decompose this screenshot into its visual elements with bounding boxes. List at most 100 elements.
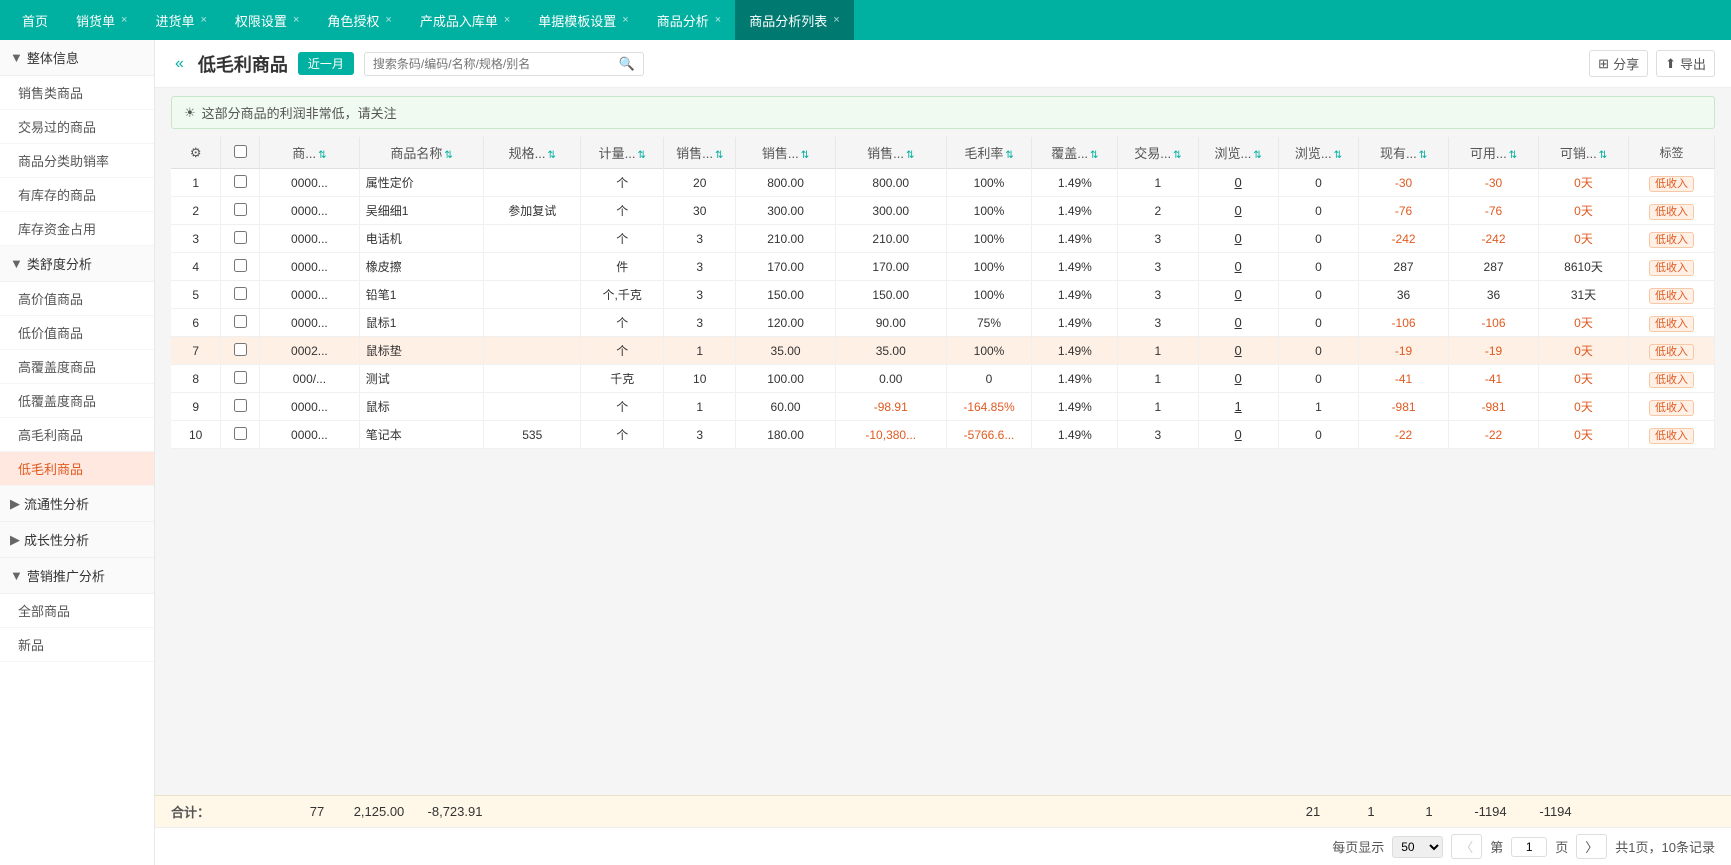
row-check[interactable] bbox=[221, 281, 260, 309]
row-checkbox[interactable] bbox=[234, 175, 247, 188]
row-check[interactable] bbox=[221, 365, 260, 393]
browse1-link[interactable]: 1 bbox=[1235, 399, 1242, 414]
row-check[interactable] bbox=[221, 253, 260, 281]
th-sales-cost[interactable]: 销售...⇅ bbox=[736, 137, 836, 169]
nav-role-auth[interactable]: 角色授权 × bbox=[313, 0, 405, 40]
sidebar-item-traded-products[interactable]: 交易过的商品 bbox=[0, 110, 154, 144]
browse1-link[interactable]: 0 bbox=[1235, 315, 1242, 330]
row-check[interactable] bbox=[221, 225, 260, 253]
nav-home[interactable]: 首页 bbox=[8, 0, 62, 40]
th-checkbox[interactable] bbox=[221, 137, 260, 169]
sidebar-item-low-margin[interactable]: 低毛利商品 bbox=[0, 452, 154, 486]
sidebar-item-low-coverage[interactable]: 低覆盖度商品 bbox=[0, 384, 154, 418]
th-coverage[interactable]: 覆盖...⇅ bbox=[1032, 137, 1118, 169]
row-name[interactable]: 电话机 bbox=[359, 225, 484, 253]
sidebar-item-high-value[interactable]: 高价值商品 bbox=[0, 282, 154, 316]
nav-purchase-order[interactable]: 进货单 × bbox=[141, 0, 220, 40]
browse1-link[interactable]: 0 bbox=[1235, 287, 1242, 302]
row-checkbox[interactable] bbox=[234, 371, 247, 384]
th-browse1[interactable]: 浏览...⇅ bbox=[1198, 137, 1278, 169]
row-checkbox[interactable] bbox=[234, 399, 247, 412]
nav-close-template-settings[interactable]: × bbox=[622, 14, 628, 26]
nav-product-analysis-list[interactable]: 商品分析列表 × bbox=[735, 0, 853, 40]
sidebar-item-high-margin[interactable]: 高毛利商品 bbox=[0, 418, 154, 452]
row-check[interactable] bbox=[221, 393, 260, 421]
sidebar-item-new-products[interactable]: 新品 bbox=[0, 628, 154, 662]
browse1-link[interactable]: 0 bbox=[1235, 371, 1242, 386]
nav-close-permissions[interactable]: × bbox=[293, 14, 299, 26]
nav-close-role-auth[interactable]: × bbox=[385, 14, 391, 26]
row-check[interactable] bbox=[221, 309, 260, 337]
sidebar-item-high-coverage[interactable]: 高覆盖度商品 bbox=[0, 350, 154, 384]
nav-finished-goods[interactable]: 产成品入库单 × bbox=[406, 0, 524, 40]
row-name[interactable]: 橡皮擦 bbox=[359, 253, 484, 281]
sidebar-group-flow[interactable]: ▶ 流通性分析 bbox=[0, 486, 154, 522]
row-name[interactable]: 鼠标垫 bbox=[359, 337, 484, 365]
sidebar-item-sales-products[interactable]: 销售类商品 bbox=[0, 76, 154, 110]
select-all-checkbox[interactable] bbox=[234, 145, 247, 158]
nav-close-finished-goods[interactable]: × bbox=[504, 14, 510, 26]
row-checkbox[interactable] bbox=[234, 343, 247, 356]
th-saleable[interactable]: 可销...⇅ bbox=[1539, 137, 1629, 169]
th-sales-qty[interactable]: 销售...⇅ bbox=[664, 137, 736, 169]
gear-icon[interactable]: ⚙ bbox=[190, 145, 202, 160]
period-button[interactable]: 近一月 bbox=[298, 52, 354, 75]
sidebar-group-marketing[interactable]: ▼ 营销推广分析 bbox=[0, 558, 154, 594]
row-check[interactable] bbox=[221, 197, 260, 225]
row-checkbox[interactable] bbox=[234, 231, 247, 244]
sidebar-item-all-products[interactable]: 全部商品 bbox=[0, 594, 154, 628]
nav-close-purchase-order[interactable]: × bbox=[200, 14, 206, 26]
nav-product-analysis[interactable]: 商品分析 × bbox=[643, 0, 735, 40]
th-trade[interactable]: 交易...⇅ bbox=[1118, 137, 1198, 169]
row-checkbox[interactable] bbox=[234, 287, 247, 300]
browse1-link[interactable]: 0 bbox=[1235, 203, 1242, 218]
share-button[interactable]: ⊞ 分享 bbox=[1589, 50, 1648, 77]
row-name[interactable]: 属性定价 bbox=[359, 169, 484, 197]
nav-close-product-analysis[interactable]: × bbox=[715, 14, 721, 26]
th-gross-margin[interactable]: 毛利率⇅ bbox=[946, 137, 1032, 169]
prev-page-btn[interactable]: 〈 bbox=[1451, 834, 1482, 859]
row-check[interactable] bbox=[221, 169, 260, 197]
row-browse1[interactable]: 0 bbox=[1198, 197, 1278, 225]
th-gear[interactable]: ⚙ bbox=[171, 137, 221, 169]
th-browse2[interactable]: 浏览...⇅ bbox=[1278, 137, 1358, 169]
row-check[interactable] bbox=[221, 337, 260, 365]
sidebar-item-in-stock[interactable]: 有库存的商品 bbox=[0, 178, 154, 212]
browse1-link[interactable]: 0 bbox=[1235, 343, 1242, 358]
export-button[interactable]: ⬆ 导出 bbox=[1656, 50, 1715, 77]
row-checkbox[interactable] bbox=[234, 203, 247, 216]
row-browse1[interactable]: 0 bbox=[1198, 169, 1278, 197]
sidebar-item-category-sales-rate[interactable]: 商品分类助销率 bbox=[0, 144, 154, 178]
row-name[interactable]: 测试 bbox=[359, 365, 484, 393]
th-name[interactable]: 商品名称⇅ bbox=[359, 137, 484, 169]
row-browse1[interactable]: 0 bbox=[1198, 309, 1278, 337]
row-browse1[interactable]: 1 bbox=[1198, 393, 1278, 421]
sidebar-group-overall[interactable]: ▼ 整体信息 bbox=[0, 40, 154, 76]
sidebar-item-stock-capital[interactable]: 库存资金占用 bbox=[0, 212, 154, 246]
row-browse1[interactable]: 0 bbox=[1198, 365, 1278, 393]
sidebar-group-comfort[interactable]: ▼ 类舒度分析 bbox=[0, 246, 154, 282]
search-icon[interactable]: 🔍 bbox=[619, 56, 635, 72]
row-name[interactable]: 鼠标1 bbox=[359, 309, 484, 337]
collapse-sidebar-btn[interactable]: « bbox=[171, 55, 188, 73]
row-name[interactable]: 吴细细1 bbox=[359, 197, 484, 225]
browse1-link[interactable]: 0 bbox=[1235, 427, 1242, 442]
row-check[interactable] bbox=[221, 421, 260, 449]
row-name[interactable]: 鼠标 bbox=[359, 393, 484, 421]
row-checkbox[interactable] bbox=[234, 427, 247, 440]
th-unit[interactable]: 计量...⇅ bbox=[581, 137, 664, 169]
sidebar-item-low-value[interactable]: 低价值商品 bbox=[0, 316, 154, 350]
nav-close-sales-order[interactable]: × bbox=[121, 14, 127, 26]
row-browse1[interactable]: 0 bbox=[1198, 225, 1278, 253]
nav-sales-order[interactable]: 销货单 × bbox=[62, 0, 141, 40]
row-checkbox[interactable] bbox=[234, 259, 247, 272]
browse1-link[interactable]: 0 bbox=[1235, 231, 1242, 246]
row-checkbox[interactable] bbox=[234, 315, 247, 328]
th-available[interactable]: 可用...⇅ bbox=[1449, 137, 1539, 169]
th-sales-profit[interactable]: 销售...⇅ bbox=[835, 137, 946, 169]
browse1-link[interactable]: 0 bbox=[1235, 175, 1242, 190]
page-number-input[interactable] bbox=[1511, 837, 1547, 857]
next-page-btn[interactable]: 〉 bbox=[1576, 834, 1607, 859]
th-spec[interactable]: 规格...⇅ bbox=[484, 137, 581, 169]
nav-permissions[interactable]: 权限设置 × bbox=[221, 0, 313, 40]
